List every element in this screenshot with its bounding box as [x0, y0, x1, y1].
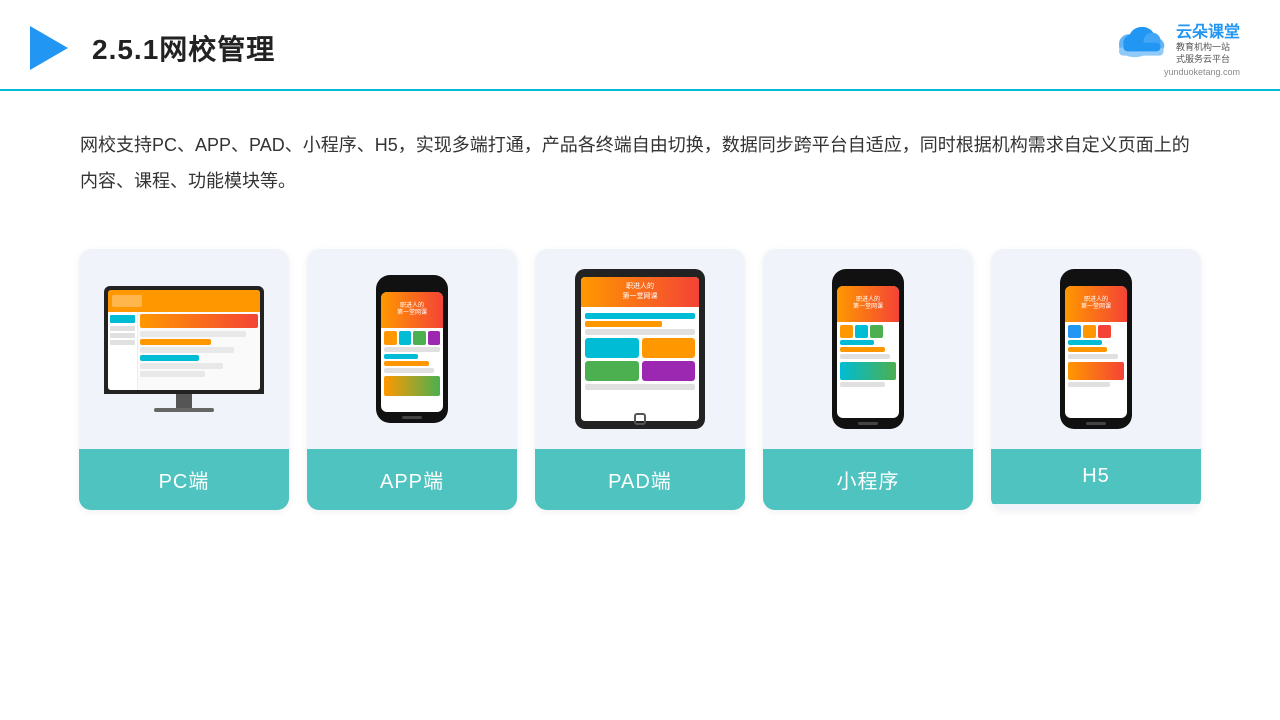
pc-base: [154, 408, 214, 412]
phone-home-app: [402, 416, 422, 419]
tablet-cell-4: [642, 361, 696, 381]
card-app: 职进人的第一堂网课: [307, 249, 517, 510]
pc-screen-inner: [108, 290, 260, 390]
card-miniprogram-image: 职进人的第一堂网课: [763, 249, 973, 449]
header-left: 2.5.1网校管理: [30, 26, 275, 70]
card-pad: 职进人的第一堂网课: [535, 249, 745, 510]
card-h5-label: H5: [991, 449, 1201, 504]
phone-mockup-mini: 职进人的第一堂网课: [832, 269, 904, 429]
tablet-home-btn: [634, 413, 646, 425]
phone-screen-body-mini: [837, 322, 899, 392]
phone-notch-app: [400, 283, 424, 289]
tablet-screen: 职进人的第一堂网课: [581, 277, 699, 421]
pc-main: [138, 312, 260, 390]
tablet-cell-2: [642, 338, 696, 358]
page-title: 2.5.1网校管理: [92, 28, 275, 68]
phone-mockup-app: 职进人的第一堂网课: [376, 275, 448, 423]
card-pc: PC端: [79, 249, 289, 510]
phone-outer-mini: 职进人的第一堂网课: [832, 269, 904, 429]
pc-screen-topbar: [108, 290, 260, 312]
card-pc-image: [79, 249, 289, 449]
phone-screen-top-mini: 职进人的第一堂网课: [837, 286, 899, 322]
phone-screen-body-h5: [1065, 322, 1127, 392]
brand-name-text: 云朵课堂 教育机构一站 式服务云平台: [1176, 18, 1240, 65]
phone-notch-h5: [1084, 277, 1108, 283]
card-pc-label: PC端: [79, 449, 289, 510]
tablet-top: 职进人的第一堂网课: [581, 277, 699, 307]
brand-url: yunduoketang.com: [1164, 67, 1240, 77]
phone-screen-body-app: [381, 328, 443, 399]
header: 2.5.1网校管理 云朵课堂 教育机构一站 式服务云平台 yunduoket: [0, 0, 1280, 91]
card-app-label: APP端: [307, 449, 517, 510]
tablet-body: [581, 307, 699, 396]
tablet-grid: [585, 338, 695, 381]
brand-logo: 云朵课堂 教育机构一站 式服务云平台 yunduoketang.com: [1112, 18, 1240, 77]
phone-home-mini: [858, 422, 878, 425]
phone-mockup-h5: 职进人的第一堂网课: [1060, 269, 1132, 429]
phone-screen-mini: 职进人的第一堂网课: [837, 286, 899, 418]
pc-sidebar: [108, 312, 138, 390]
phone-screen-h5: 职进人的第一堂网课: [1065, 286, 1127, 418]
description-text: 网校支持PC、APP、PAD、小程序、H5，实现多端打通，产品各终端自由切换，数…: [0, 91, 1280, 219]
brand-cloud-row: 云朵课堂 教育机构一站 式服务云平台: [1112, 18, 1240, 65]
card-miniprogram: 职进人的第一堂网课: [763, 249, 973, 510]
pc-screen-outer: [104, 286, 264, 394]
phone-home-h5: [1086, 422, 1106, 425]
pc-screen-body: [108, 312, 260, 390]
phone-screen-app: 职进人的第一堂网课: [381, 292, 443, 412]
card-pad-label: PAD端: [535, 449, 745, 510]
phone-outer-h5: 职进人的第一堂网课: [1060, 269, 1132, 429]
cards-container: PC端 职进人的第一堂网课: [0, 229, 1280, 510]
pc-mockup: [104, 286, 264, 412]
card-h5-image: 职进人的第一堂网课: [991, 249, 1201, 449]
cloud-icon: [1112, 24, 1172, 60]
card-miniprogram-label: 小程序: [763, 449, 973, 510]
phone-screen-top-h5: 职进人的第一堂网课: [1065, 286, 1127, 322]
card-pad-image: 职进人的第一堂网课: [535, 249, 745, 449]
tablet-outer: 职进人的第一堂网课: [575, 269, 705, 429]
phone-outer-app: 职进人的第一堂网课: [376, 275, 448, 423]
play-icon: [30, 26, 68, 70]
pc-stand: [176, 394, 192, 408]
phone-notch-mini: [856, 277, 880, 283]
phone-screen-top-app: 职进人的第一堂网课: [381, 292, 443, 328]
tablet-cell-3: [585, 361, 639, 381]
tablet-mockup: 职进人的第一堂网课: [575, 269, 705, 429]
card-h5: 职进人的第一堂网课: [991, 249, 1201, 510]
tablet-cell-1: [585, 338, 639, 358]
card-app-image: 职进人的第一堂网课: [307, 249, 517, 449]
